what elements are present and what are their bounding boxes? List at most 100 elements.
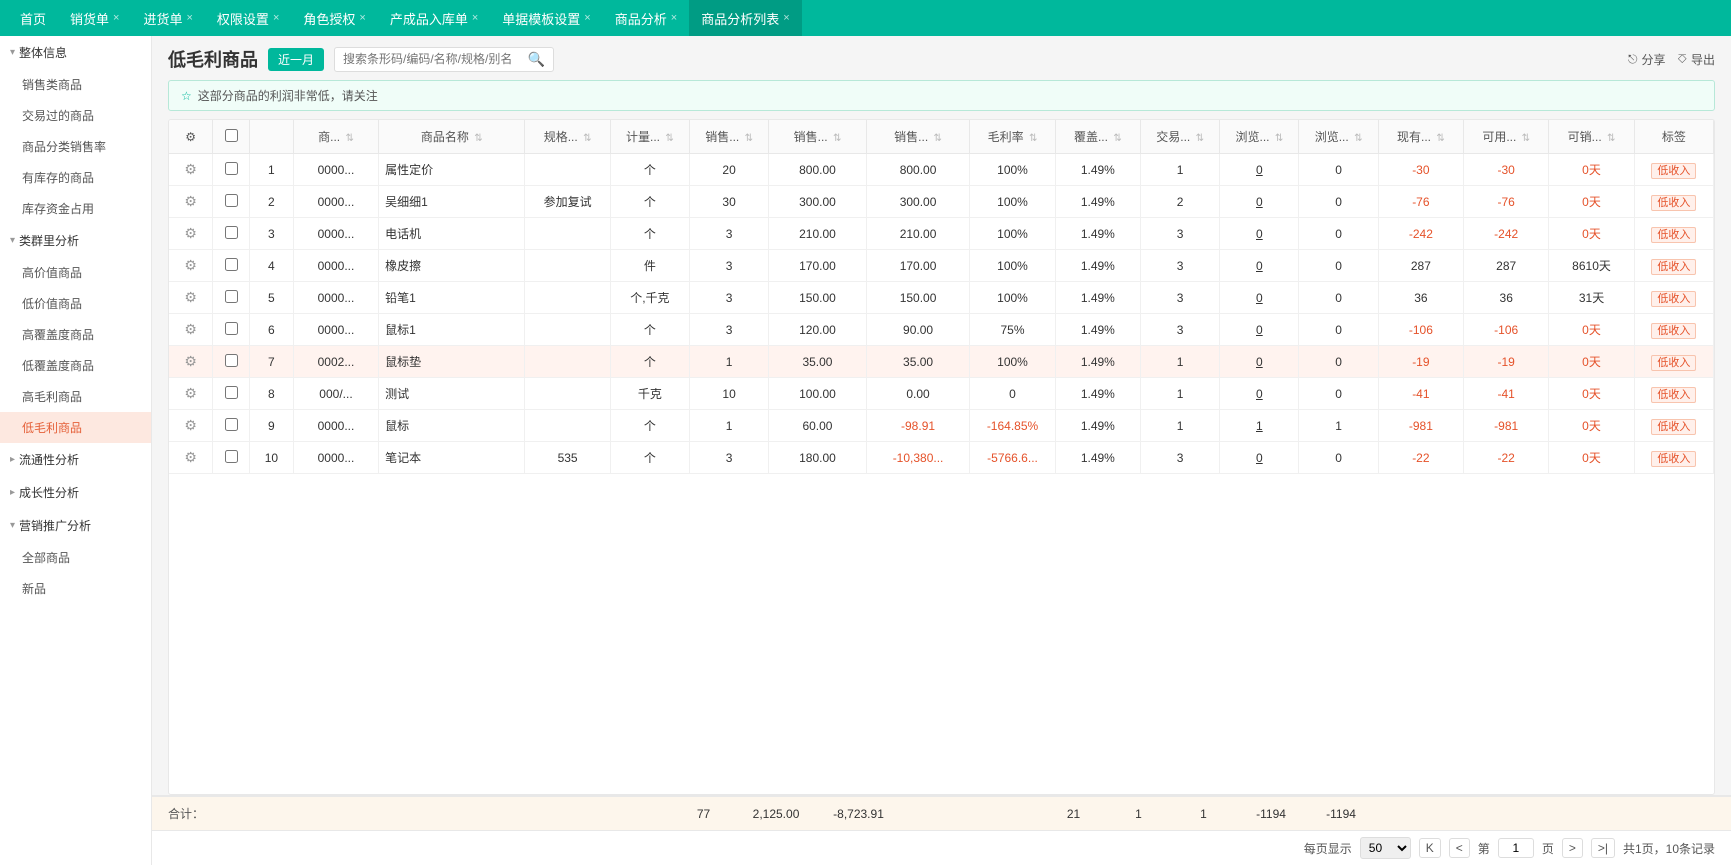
settings-cell[interactable]: ⚙ bbox=[169, 410, 213, 442]
close-icon[interactable]: × bbox=[186, 12, 192, 24]
settings-cell[interactable]: ⚙ bbox=[169, 442, 213, 474]
view1-cell[interactable]: 0 bbox=[1220, 282, 1299, 314]
checkbox-cell[interactable] bbox=[213, 314, 250, 346]
nav-product-analysis[interactable]: 商品分析 × bbox=[603, 0, 689, 36]
view2-column-header[interactable]: 浏览... ⇅ bbox=[1299, 120, 1378, 154]
view1-cell[interactable]: 1 bbox=[1220, 410, 1299, 442]
period-button[interactable]: 近一月 bbox=[268, 48, 324, 71]
sales-qty-column-header[interactable]: 销售... ⇅ bbox=[689, 120, 768, 154]
view1-cell[interactable]: 0 bbox=[1220, 346, 1299, 378]
nav-purchase[interactable]: 进货单 × bbox=[131, 0, 204, 36]
page-number-input[interactable] bbox=[1498, 838, 1534, 858]
trade-column-header[interactable]: 交易... ⇅ bbox=[1141, 120, 1220, 154]
settings-cell[interactable]: ⚙ bbox=[169, 346, 213, 378]
close-icon[interactable]: × bbox=[783, 12, 789, 24]
sidebar-item-low-coverage[interactable]: 低覆盖度商品 bbox=[0, 350, 151, 381]
checkbox-cell[interactable] bbox=[213, 410, 250, 442]
nav-permissions[interactable]: 权限设置 × bbox=[205, 0, 291, 36]
view1-cell[interactable]: 0 bbox=[1220, 442, 1299, 474]
settings-cell[interactable]: ⚙ bbox=[169, 186, 213, 218]
unit-column-header[interactable]: 计量... ⇅ bbox=[610, 120, 689, 154]
sidebar-item-sales-products[interactable]: 销售类商品 bbox=[0, 69, 151, 100]
settings-cell[interactable]: ⚙ bbox=[169, 154, 213, 186]
row-checkbox[interactable] bbox=[225, 322, 238, 335]
sidebar-item-all-products[interactable]: 全部商品 bbox=[0, 542, 151, 573]
settings-column-header[interactable]: ⚙ bbox=[169, 120, 213, 154]
close-icon[interactable]: × bbox=[584, 12, 590, 24]
sidebar-item-high-margin[interactable]: 高毛利商品 bbox=[0, 381, 151, 412]
row-checkbox[interactable] bbox=[225, 258, 238, 271]
close-icon[interactable]: × bbox=[671, 12, 677, 24]
sidebar-item-high-coverage[interactable]: 高覆盖度商品 bbox=[0, 319, 151, 350]
checkbox-cell[interactable] bbox=[213, 378, 250, 410]
name-column-header[interactable]: 商品名称 ⇅ bbox=[379, 120, 525, 154]
search-icon[interactable]: 🔍 bbox=[528, 51, 545, 68]
coverage-column-header[interactable]: 覆盖... ⇅ bbox=[1055, 120, 1140, 154]
first-page-button[interactable]: K bbox=[1419, 838, 1441, 858]
nav-template-settings[interactable]: 单据模板设置 × bbox=[490, 0, 602, 36]
current-column-header[interactable]: 现有... ⇅ bbox=[1378, 120, 1463, 154]
sidebar-item-high-value[interactable]: 高价值商品 bbox=[0, 257, 151, 288]
nav-home[interactable]: 首页 bbox=[8, 0, 58, 36]
sidebar-item-traded-products[interactable]: 交易过的商品 bbox=[0, 100, 151, 131]
last-page-button[interactable]: >| bbox=[1591, 838, 1615, 858]
export-button[interactable]: ⎏ 导出 bbox=[1678, 51, 1715, 68]
row-checkbox[interactable] bbox=[225, 386, 238, 399]
checkbox-cell[interactable] bbox=[213, 186, 250, 218]
checkbox-column-header[interactable] bbox=[213, 120, 250, 154]
close-icon[interactable]: × bbox=[472, 12, 478, 24]
row-checkbox[interactable] bbox=[225, 290, 238, 303]
row-checkbox[interactable] bbox=[225, 418, 238, 431]
nav-roles[interactable]: 角色授权 × bbox=[291, 0, 377, 36]
row-checkbox[interactable] bbox=[225, 450, 238, 463]
sidebar-item-capital[interactable]: 库存资金占用 bbox=[0, 193, 151, 224]
sales-amount-column-header[interactable]: 销售... ⇅ bbox=[866, 120, 970, 154]
row-checkbox[interactable] bbox=[225, 194, 238, 207]
sidebar-item-in-stock[interactable]: 有库存的商品 bbox=[0, 162, 151, 193]
checkbox-cell[interactable] bbox=[213, 346, 250, 378]
per-page-select[interactable]: 50 20 100 bbox=[1360, 837, 1411, 859]
sidebar-group-liquidity[interactable]: ▸ 流通性分析 bbox=[0, 443, 151, 476]
row-checkbox[interactable] bbox=[225, 354, 238, 367]
code-column-header[interactable]: 商... ⇅ bbox=[293, 120, 378, 154]
next-page-button[interactable]: > bbox=[1562, 838, 1583, 858]
close-icon[interactable]: × bbox=[359, 12, 365, 24]
view1-cell[interactable]: 0 bbox=[1220, 218, 1299, 250]
settings-cell[interactable]: ⚙ bbox=[169, 282, 213, 314]
gross-rate-column-header[interactable]: 毛利率 ⇅ bbox=[970, 120, 1055, 154]
checkbox-cell[interactable] bbox=[213, 154, 250, 186]
search-input[interactable] bbox=[343, 52, 528, 66]
view1-cell[interactable]: 0 bbox=[1220, 314, 1299, 346]
nav-sales[interactable]: 销货单 × bbox=[58, 0, 131, 36]
sidebar-item-low-value[interactable]: 低价值商品 bbox=[0, 288, 151, 319]
close-icon[interactable]: × bbox=[273, 12, 279, 24]
settings-cell[interactable]: ⚙ bbox=[169, 250, 213, 282]
prev-page-button[interactable]: < bbox=[1449, 838, 1470, 858]
sidebar-group-cluster[interactable]: ▾ 类群里分析 bbox=[0, 224, 151, 257]
share-button[interactable]: ⎋ 分享 bbox=[1628, 51, 1666, 68]
spec-column-header[interactable]: 规格... ⇅ bbox=[525, 120, 610, 154]
settings-cell[interactable]: ⚙ bbox=[169, 314, 213, 346]
close-icon[interactable]: × bbox=[113, 12, 119, 24]
select-all-checkbox[interactable] bbox=[225, 129, 238, 142]
settings-cell[interactable]: ⚙ bbox=[169, 378, 213, 410]
available-column-header[interactable]: 可用... ⇅ bbox=[1464, 120, 1549, 154]
row-checkbox[interactable] bbox=[225, 162, 238, 175]
view1-column-header[interactable]: 浏览... ⇅ bbox=[1220, 120, 1299, 154]
checkbox-cell[interactable] bbox=[213, 218, 250, 250]
sidebar-item-low-margin[interactable]: 低毛利商品 bbox=[0, 412, 151, 443]
nav-product-entry[interactable]: 产成品入库单 × bbox=[378, 0, 490, 36]
view1-cell[interactable]: 0 bbox=[1220, 250, 1299, 282]
sales-price-column-header[interactable]: 销售... ⇅ bbox=[769, 120, 867, 154]
sidebar-item-new-products[interactable]: 新品 bbox=[0, 573, 151, 604]
view1-cell[interactable]: 0 bbox=[1220, 378, 1299, 410]
checkbox-cell[interactable] bbox=[213, 442, 250, 474]
row-checkbox[interactable] bbox=[225, 226, 238, 239]
saleable-column-header[interactable]: 可销... ⇅ bbox=[1549, 120, 1634, 154]
sidebar-group-marketing[interactable]: ▾ 营销推广分析 bbox=[0, 509, 151, 542]
settings-cell[interactable]: ⚙ bbox=[169, 218, 213, 250]
nav-product-analysis-list[interactable]: 商品分析列表 × bbox=[689, 0, 801, 36]
sidebar-group-growth[interactable]: ▸ 成长性分析 bbox=[0, 476, 151, 509]
view1-cell[interactable]: 0 bbox=[1220, 186, 1299, 218]
checkbox-cell[interactable] bbox=[213, 282, 250, 314]
